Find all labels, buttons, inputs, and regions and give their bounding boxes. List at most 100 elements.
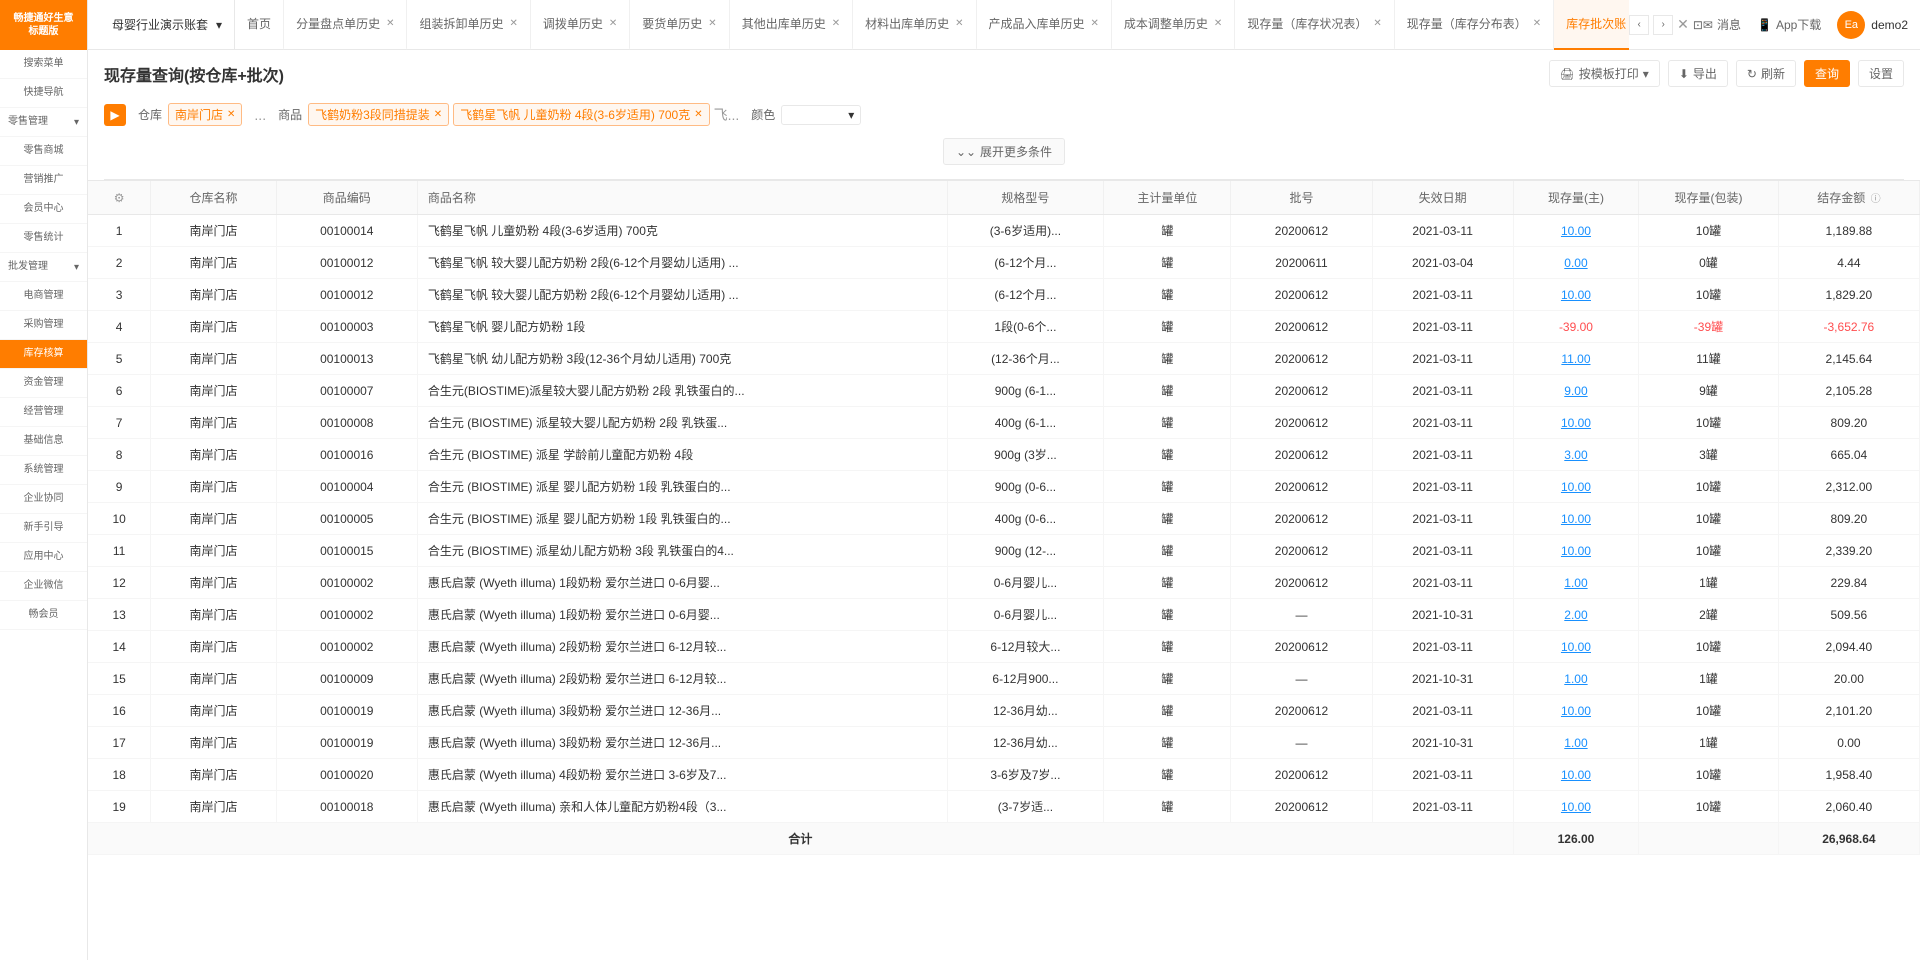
product-more-dots[interactable]: 飞... (714, 105, 740, 125)
sidebar-item-营销推广[interactable]: 营销推广 (0, 166, 87, 195)
nav-tab-1[interactable]: 组装拆卸单历史✕ (407, 0, 530, 50)
nav-tab-close[interactable]: ✕ (386, 18, 394, 29)
nav-tab-5[interactable]: 材料出库单历史✕ (853, 0, 976, 50)
cell-qty-main[interactable]: 2.00 (1513, 599, 1638, 631)
nav-tab-2[interactable]: 调拨单历史✕ (531, 0, 630, 50)
product-tag-1[interactable]: 飞鹤星飞帆 儿童奶粉 4段(3-6岁适用) 700克✕ (453, 103, 709, 126)
sidebar-item-基础信息[interactable]: 基础信息 (0, 427, 87, 456)
nav-prev-btn[interactable]: ‹ (1629, 15, 1649, 35)
nav-tab-close[interactable]: ✕ (1533, 18, 1541, 29)
nav-expand-btn[interactable]: ⊡ (1693, 18, 1703, 32)
product-tag-close-1[interactable]: ✕ (694, 109, 702, 120)
cell-qty-main[interactable]: 10.00 (1513, 791, 1638, 823)
nav-tab-8[interactable]: 现存量（库存状况表）✕ (1235, 0, 1394, 50)
cell-qty-main[interactable]: 10.00 (1513, 535, 1638, 567)
nav-tab-0[interactable]: 分量盘点单历史✕ (284, 0, 407, 50)
sidebar-item-应用中心[interactable]: 应用中心 (0, 543, 87, 572)
sidebar-item-采购管理[interactable]: 采购管理 (0, 311, 87, 340)
sidebar-item-会员中心[interactable]: 会员中心 (0, 195, 87, 224)
cell-qty-main[interactable]: 1.00 (1513, 567, 1638, 599)
sidebar-item-电商管理[interactable]: 电商管理 (0, 282, 87, 311)
cell-qty-main[interactable]: 0.00 (1513, 247, 1638, 279)
cell-batch: 20200612 (1231, 439, 1372, 471)
cell-qty-main[interactable]: 11.00 (1513, 343, 1638, 375)
nav-tab-home[interactable]: 首页 (235, 0, 284, 50)
nav-tab-7[interactable]: 成本调整单历史✕ (1112, 0, 1235, 50)
sidebar-item-库存核算[interactable]: 库存核算 (0, 340, 87, 369)
cell-amount: 1,189.88 (1778, 215, 1919, 247)
top-nav: 母婴行业演示账套 ▾ 首页分量盘点单历史✕组装拆卸单历史✕调拨单历史✕要货单历史… (88, 0, 1920, 50)
print-btn[interactable]: 🖨 按模板打印 ▾ (1549, 60, 1660, 87)
amount-info-icon[interactable]: ⓘ (1871, 194, 1881, 205)
nav-next-btn[interactable]: › (1653, 15, 1673, 35)
nav-close-btn[interactable]: ✕ (1677, 16, 1689, 33)
sidebar-item-资金管理[interactable]: 资金管理 (0, 369, 87, 398)
setting-btn[interactable]: 设置 (1858, 60, 1904, 87)
cell-batch: 20200612 (1231, 471, 1372, 503)
sidebar-item-零售管理[interactable]: 零售管理▾ (0, 108, 87, 137)
cell-qty-main[interactable]: 10.00 (1513, 759, 1638, 791)
sidebar-item-零售统计[interactable]: 零售统计 (0, 224, 87, 253)
cell-qty-main[interactable]: 1.00 (1513, 727, 1638, 759)
color-select[interactable]: ▾ (781, 105, 861, 125)
settings-icon[interactable]: ⚙ (114, 191, 125, 205)
refresh-btn[interactable]: ↻ 刷新 (1736, 60, 1796, 87)
warehouse-more-dots[interactable]: ... (254, 107, 266, 123)
table-body: 1 南岸门店 00100014 飞鹤星飞帆 儿童奶粉 4段(3-6岁适用) 70… (88, 215, 1920, 823)
cell-qty-main[interactable]: 10.00 (1513, 279, 1638, 311)
cell-name: 合生元 (BIOSTIME) 派星 婴儿配方奶粉 1段 乳铁蛋白的... (417, 503, 947, 535)
cell-warehouse: 南岸门店 (151, 599, 276, 631)
warehouse-tag-close[interactable]: ✕ (227, 109, 235, 120)
nav-tab-close[interactable]: ✕ (1091, 18, 1099, 29)
nav-tab-close[interactable]: ✕ (708, 18, 716, 29)
cell-name: 惠氏启蒙 (Wyeth illuma) 2段奶粉 爱尔兰进口 6-12月较... (417, 631, 947, 663)
export-btn[interactable]: ⬇ 导出 (1668, 60, 1728, 87)
app-download-btn[interactable]: 📱 App下载 (1757, 16, 1821, 33)
cell-qty-main[interactable]: 10.00 (1513, 215, 1638, 247)
cell-qty-main[interactable]: 1.00 (1513, 663, 1638, 695)
nav-tabs-container: 首页分量盘点单历史✕组装拆卸单历史✕调拨单历史✕要货单历史✕其他出库单历史✕材料… (235, 0, 1629, 50)
cell-code: 00100020 (276, 759, 417, 791)
nav-tab-close[interactable]: ✕ (509, 18, 517, 29)
nav-tab-6[interactable]: 产成品入库单历史✕ (977, 0, 1112, 50)
account-dropdown[interactable]: 母婴行业演示账套 ▾ (100, 0, 235, 50)
sidebar-item-畅会员[interactable]: 畅会员 (0, 601, 87, 630)
product-tag-close-0[interactable]: ✕ (434, 109, 442, 120)
table-row: 13 南岸门店 00100002 惠氏启蒙 (Wyeth illuma) 1段奶… (88, 599, 1920, 631)
cell-qty-main[interactable]: 10.00 (1513, 503, 1638, 535)
sidebar-item-系统管理[interactable]: 系统管理 (0, 456, 87, 485)
sidebar-item-零售商城[interactable]: 零售商城 (0, 137, 87, 166)
cell-qty-main[interactable]: 10.00 (1513, 695, 1638, 727)
sidebar-item-经营管理[interactable]: 经营管理 (0, 398, 87, 427)
logo[interactable]: 畅捷通好生意 标题版 (0, 0, 87, 50)
nav-tab-4[interactable]: 其他出库单历史✕ (730, 0, 853, 50)
nav-tab-close[interactable]: ✕ (1214, 18, 1222, 29)
cell-name: 合生元 (BIOSTIME) 派星 婴儿配方奶粉 1段 乳铁蛋白的... (417, 471, 947, 503)
nav-tab-close[interactable]: ✕ (609, 18, 617, 29)
sidebar-item-新手引导[interactable]: 新手引导 (0, 514, 87, 543)
nav-tab-3[interactable]: 要货单历史✕ (630, 0, 729, 50)
cell-qty-main[interactable]: 10.00 (1513, 631, 1638, 663)
nav-tab-close[interactable]: ✕ (1373, 18, 1381, 29)
sidebar-item-企业微信[interactable]: 企业微信 (0, 572, 87, 601)
message-btn[interactable]: ✉ 消息 (1703, 16, 1741, 33)
cell-qty-main[interactable]: 10.00 (1513, 407, 1638, 439)
filter-expand-arrow[interactable]: ▶ (104, 104, 126, 126)
nav-tab-10[interactable]: 库存批次账✕ (1554, 0, 1629, 50)
nav-tab-close[interactable]: ✕ (832, 18, 840, 29)
sidebar-item-企业协同[interactable]: 企业协同 (0, 485, 87, 514)
user-info[interactable]: Ea demo2 (1837, 11, 1908, 39)
sidebar-item-快捷导航[interactable]: 快捷导航 (0, 79, 87, 108)
cell-batch: 20200612 (1231, 567, 1372, 599)
expand-more-btn[interactable]: ⌄⌄ 展开更多条件 (943, 138, 1065, 165)
nav-tab-9[interactable]: 现存量（库存分布表）✕ (1395, 0, 1554, 50)
cell-qty-main[interactable]: 9.00 (1513, 375, 1638, 407)
product-tag-0[interactable]: 飞鹤奶粉3段同措提装✕ (308, 103, 449, 126)
cell-qty-main[interactable]: 3.00 (1513, 439, 1638, 471)
sidebar-item-批发管理[interactable]: 批发管理▾ (0, 253, 87, 282)
warehouse-tag[interactable]: 南岸门店 ✕ (168, 103, 242, 126)
cell-qty-main[interactable]: 10.00 (1513, 471, 1638, 503)
query-btn[interactable]: 查询 (1804, 60, 1850, 87)
sidebar-item-搜索菜单[interactable]: 搜索菜单 (0, 50, 87, 79)
nav-tab-close[interactable]: ✕ (955, 18, 963, 29)
